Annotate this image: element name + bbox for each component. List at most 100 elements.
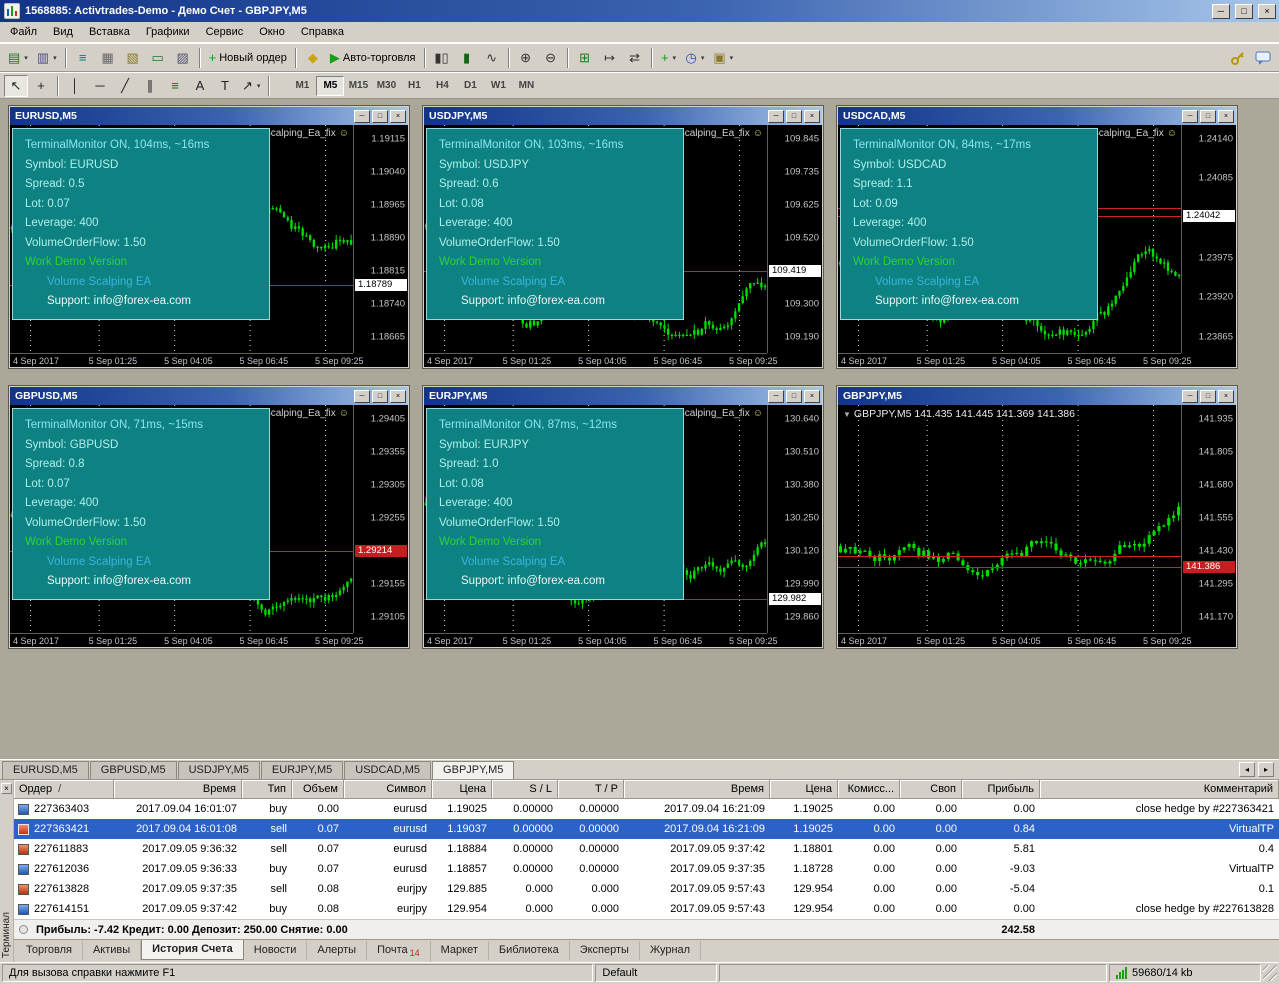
text-label-button[interactable]: T bbox=[213, 75, 237, 97]
terminal-close-button[interactable]: × bbox=[1, 783, 12, 794]
timeframe-h1[interactable]: H1 bbox=[400, 76, 428, 96]
col-sl[interactable]: S / L bbox=[492, 780, 558, 798]
time-axis[interactable]: 4 Sep 2017 5 Sep 01:25 5 Sep 04:05 5 Sep 06… bbox=[838, 353, 1192, 367]
menu-tools[interactable]: Сервис bbox=[198, 23, 252, 41]
col-order[interactable]: Ордер / bbox=[14, 780, 114, 798]
price-axis[interactable]: 1.294051.293551.293051.292551.292051.291… bbox=[353, 405, 408, 633]
tab-alerts[interactable]: Алерты bbox=[307, 941, 368, 960]
chart-close-button[interactable]: × bbox=[1218, 110, 1234, 123]
fibonacci-button[interactable]: ≡ bbox=[163, 75, 187, 97]
chart-close-button[interactable]: × bbox=[1218, 390, 1234, 403]
menu-file[interactable]: Файл bbox=[2, 23, 45, 41]
timeframe-m1[interactable]: M1 bbox=[288, 76, 316, 96]
chart-plot-gbpusd[interactable]: TerminalMonitor ON, 71ms, ~15ms Symbol: G… bbox=[10, 405, 353, 633]
menu-insert[interactable]: Вставка bbox=[81, 23, 138, 41]
zoom-out-button[interactable]: ⊖ bbox=[539, 47, 563, 69]
menu-window[interactable]: Окно bbox=[251, 23, 293, 41]
timeframe-m15[interactable]: M15 bbox=[344, 76, 372, 96]
chart-minimize-button[interactable]: ─ bbox=[768, 390, 784, 403]
close-button[interactable]: × bbox=[1258, 3, 1276, 19]
tab-news[interactable]: Новости bbox=[244, 941, 308, 960]
chart-maximize-button[interactable]: □ bbox=[786, 390, 802, 403]
chart-plot-usdcad[interactable]: TerminalMonitor ON, 84ms, ~17ms Symbol: U… bbox=[838, 125, 1181, 353]
menu-charts[interactable]: Графики bbox=[138, 23, 198, 41]
timeframe-m30[interactable]: M30 bbox=[372, 76, 400, 96]
chart-titlebar-usdjpy[interactable]: USDJPY,M5 ─ □ × bbox=[424, 107, 822, 125]
horizontal-line-button[interactable]: ─ bbox=[88, 75, 112, 97]
col-close-time[interactable]: Время bbox=[624, 780, 770, 798]
periods-button[interactable]: ◷ ▾ bbox=[682, 47, 709, 69]
minimize-button[interactable]: ─ bbox=[1211, 3, 1230, 19]
tab-exposure[interactable]: Активы bbox=[83, 941, 142, 960]
timeframe-m5[interactable]: M5 bbox=[316, 75, 345, 96]
col-open-price[interactable]: Цена bbox=[432, 780, 492, 798]
tab-mailbox[interactable]: Почта 14 bbox=[367, 941, 431, 963]
chart-close-button[interactable]: × bbox=[390, 110, 406, 123]
indicators-button[interactable]: + ▾ bbox=[657, 47, 681, 69]
chart-plot-usdjpy[interactable]: TerminalMonitor ON, 103ms, ~16ms Symbol: … bbox=[424, 125, 767, 353]
col-symbol[interactable]: Символ bbox=[344, 780, 432, 798]
chat-button[interactable] bbox=[1251, 47, 1275, 69]
price-axis[interactable]: 1.241401.240851.240301.239751.239201.238… bbox=[1181, 125, 1236, 353]
strategy-tester-button[interactable]: ▨ bbox=[171, 47, 195, 69]
time-axis[interactable]: 4 Sep 2017 5 Sep 01:25 5 Sep 04:05 5 Sep 06… bbox=[10, 633, 364, 647]
window-tab-gbpusd[interactable]: GBPUSD,M5 bbox=[89, 761, 177, 779]
line-chart-button[interactable]: ∿ bbox=[480, 47, 504, 69]
chart-titlebar-gbpjpy[interactable]: GBPJPY,M5 ─ □ × bbox=[838, 387, 1236, 405]
window-tabs-scroll-right[interactable]: ▸ bbox=[1258, 762, 1274, 777]
text-button[interactable]: A bbox=[188, 75, 212, 97]
chart-maximize-button[interactable]: □ bbox=[1200, 110, 1216, 123]
timeframe-d1[interactable]: D1 bbox=[456, 76, 484, 96]
chart-titlebar-eurusd[interactable]: EURUSD,M5 ─ □ × bbox=[10, 107, 408, 125]
chart-maximize-button[interactable]: □ bbox=[372, 390, 388, 403]
col-commission[interactable]: Комисс... bbox=[838, 780, 900, 798]
window-tab-eurusd[interactable]: EURUSD,M5 bbox=[2, 761, 89, 779]
new-chart-button[interactable]: ▤ ▾ bbox=[4, 47, 32, 69]
col-close-price[interactable]: Цена bbox=[770, 780, 838, 798]
menu-help[interactable]: Справка bbox=[293, 23, 352, 41]
resize-grip[interactable] bbox=[1263, 965, 1277, 981]
tab-market[interactable]: Маркет bbox=[431, 941, 489, 960]
col-tp[interactable]: T / P bbox=[558, 780, 624, 798]
chart-maximize-button[interactable]: □ bbox=[786, 110, 802, 123]
col-comment[interactable]: Комментарий bbox=[1040, 780, 1279, 798]
terminal-button[interactable]: ▭ bbox=[146, 47, 170, 69]
col-profit[interactable]: Прибыль bbox=[962, 780, 1040, 798]
history-row[interactable]: 227363403 2017.09.04 16:01:07 buy 0.00 eurus… bbox=[14, 799, 1279, 819]
chart-close-button[interactable]: × bbox=[390, 390, 406, 403]
chart-minimize-button[interactable]: ─ bbox=[768, 110, 784, 123]
data-window-button[interactable]: ▦ bbox=[96, 47, 120, 69]
trendline-button[interactable]: ╱ bbox=[113, 75, 137, 97]
autotrading-button[interactable]: ▶ Авто-торговля bbox=[326, 47, 420, 69]
chart-plot-eurusd[interactable]: TerminalMonitor ON, 104ms, ~16ms Symbol: … bbox=[10, 125, 353, 353]
templates-button[interactable]: ▣ ▾ bbox=[709, 47, 737, 69]
tile-windows-button[interactable]: ⊞ bbox=[573, 47, 597, 69]
chart-maximize-button[interactable]: □ bbox=[372, 110, 388, 123]
history-row[interactable]: 227612036 2017.09.05 9:36:33 buy 0.07 eurusd… bbox=[14, 859, 1279, 879]
cursor-tool-button[interactable]: ↖ bbox=[4, 74, 28, 97]
tab-journal[interactable]: Журнал bbox=[640, 941, 702, 960]
new-order-button[interactable]: + Новый ордер bbox=[205, 47, 291, 69]
chart-plot-gbpjpy[interactable]: ▼ GBPJPY,M5 141.435 141.445 141.369 141.3… bbox=[838, 405, 1181, 633]
history-row[interactable]: 227613828 2017.09.05 9:37:35 sell 0.08 eurjp… bbox=[14, 879, 1279, 899]
time-axis[interactable]: 4 Sep 2017 5 Sep 01:25 5 Sep 04:05 5 Sep 06… bbox=[424, 353, 778, 367]
navigator-button[interactable]: ▧ bbox=[121, 47, 145, 69]
window-tab-usdjpy[interactable]: USDJPY,M5 bbox=[177, 761, 260, 779]
bar-chart-button[interactable]: ▮▯ bbox=[430, 47, 454, 69]
history-row[interactable]: 227614151 2017.09.05 9:37:42 buy 0.08 eurjpy… bbox=[14, 899, 1279, 919]
vertical-line-button[interactable]: │ bbox=[63, 75, 87, 97]
history-row[interactable]: 227611883 2017.09.05 9:36:32 sell 0.07 eurus… bbox=[14, 839, 1279, 859]
zoom-in-button[interactable]: ⊕ bbox=[514, 47, 538, 69]
col-volume[interactable]: Объем bbox=[292, 780, 344, 798]
auto-scroll-button[interactable]: ↦ bbox=[598, 47, 622, 69]
titlebar[interactable]: 1568885: Activtrades-Demo - Демо Счет - … bbox=[0, 0, 1279, 22]
price-axis[interactable]: 1.19115 1.19040 1.18965 1.18890 1.18815 1.187… bbox=[353, 125, 408, 353]
time-axis[interactable]: 4 Sep 2017 5 Sep 01:25 5 Sep 04:05 5 Sep 06… bbox=[838, 633, 1192, 647]
chart-minimize-button[interactable]: ─ bbox=[354, 390, 370, 403]
chart-minimize-button[interactable]: ─ bbox=[354, 110, 370, 123]
price-axis[interactable]: 109.845109.735109.625109.520109.410109.3… bbox=[767, 125, 822, 353]
arrows-button[interactable]: ↗ ▾ bbox=[238, 75, 264, 97]
chart-close-button[interactable]: × bbox=[804, 110, 820, 123]
status-profile[interactable]: Default bbox=[595, 964, 718, 982]
crosshair-tool-button[interactable]: + bbox=[29, 75, 53, 97]
